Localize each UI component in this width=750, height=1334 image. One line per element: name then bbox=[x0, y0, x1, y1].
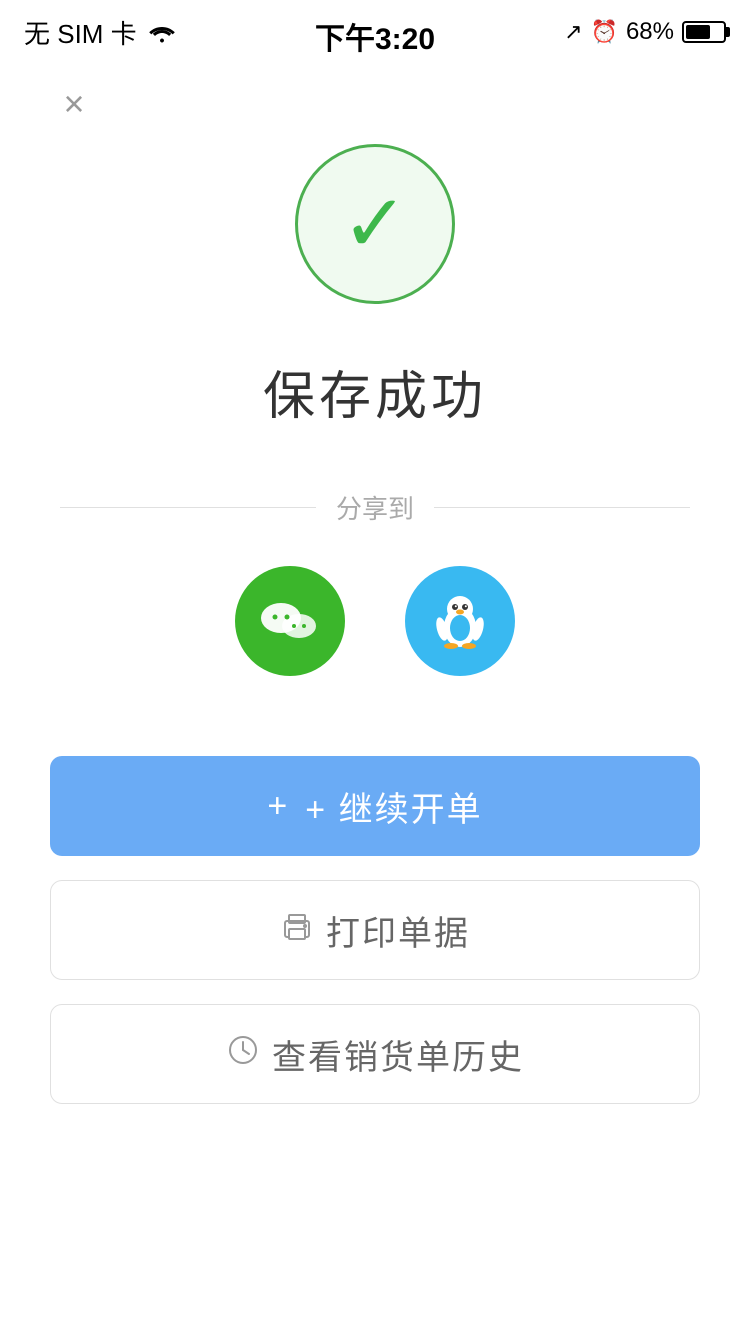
battery-indicator bbox=[682, 21, 726, 43]
continue-button[interactable]: + + 继续开单 bbox=[50, 756, 700, 856]
success-circle: ✓ bbox=[295, 144, 455, 304]
divider-line-right bbox=[434, 507, 690, 508]
history-button[interactable]: 查看销货单历史 bbox=[50, 1004, 700, 1104]
status-bar: 无 SIM 卡 下午3:20 ↗ ⏰ 68% bbox=[0, 0, 750, 64]
status-right: ↗ ⏰ 68% bbox=[564, 18, 726, 46]
wifi-icon bbox=[147, 20, 177, 44]
no-sim-label: 无 SIM 卡 bbox=[24, 14, 137, 51]
buttons-area: + + 继续开单 打印单据 bbox=[0, 756, 750, 1104]
history-label: 查看销货单历史 bbox=[272, 1030, 524, 1079]
share-icons-row bbox=[235, 566, 515, 676]
continue-label: + 继续开单 bbox=[305, 782, 482, 831]
divider-line-left bbox=[60, 507, 316, 508]
print-label: 打印单据 bbox=[326, 906, 470, 955]
print-button[interactable]: 打印单据 bbox=[50, 880, 700, 980]
location-icon: ↗ bbox=[564, 19, 582, 45]
status-time: 下午3:20 bbox=[315, 14, 435, 58]
close-button[interactable]: × bbox=[48, 78, 100, 130]
qq-icon bbox=[428, 589, 493, 654]
alarm-icon: ⏰ bbox=[591, 19, 618, 45]
status-left: 无 SIM 卡 bbox=[24, 14, 177, 51]
share-label: 分享到 bbox=[316, 489, 434, 526]
wechat-icon bbox=[255, 586, 325, 656]
close-icon: × bbox=[63, 86, 84, 122]
checkmark-icon: ✓ bbox=[341, 184, 408, 264]
printer-icon bbox=[280, 909, 314, 952]
plus-icon: + bbox=[267, 787, 289, 826]
main-content: ✓ 保存成功 分享到 bbox=[0, 64, 750, 1104]
battery-percent: 68% bbox=[626, 18, 674, 46]
success-title: 保存成功 bbox=[263, 354, 487, 429]
wechat-share-button[interactable] bbox=[235, 566, 345, 676]
qq-share-button[interactable] bbox=[405, 566, 515, 676]
clock-icon bbox=[226, 1033, 260, 1076]
share-divider: 分享到 bbox=[0, 489, 750, 526]
